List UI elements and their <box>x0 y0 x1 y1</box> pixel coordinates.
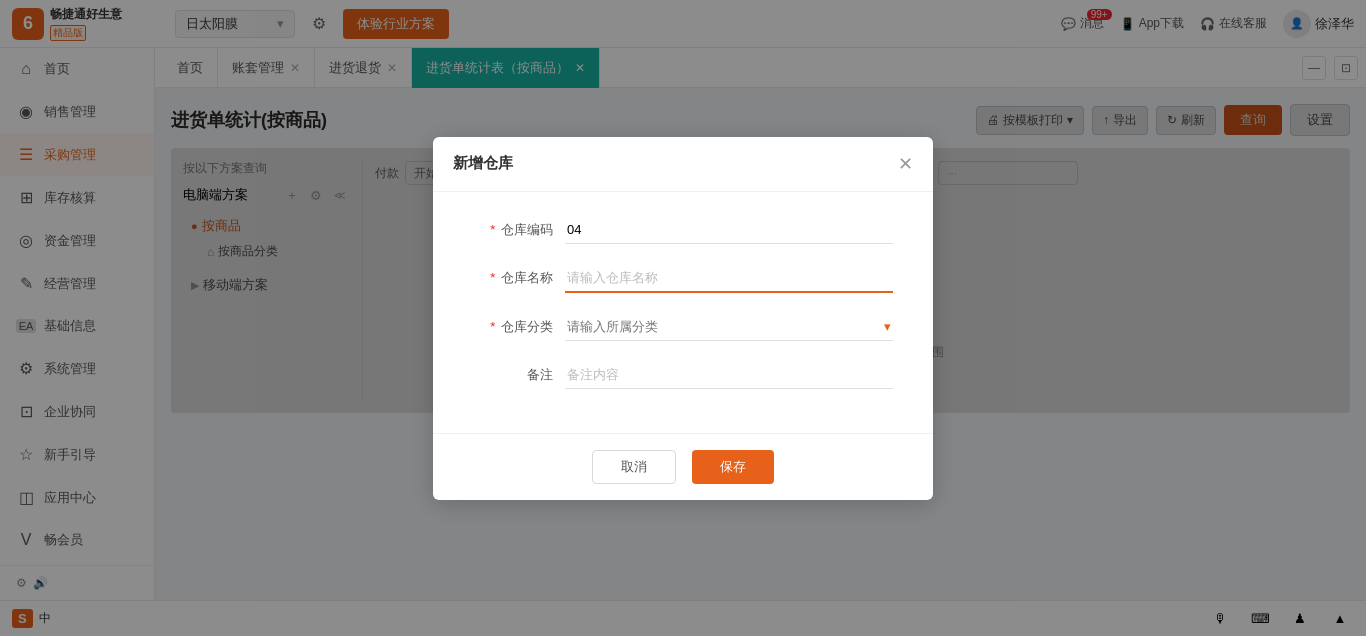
warehouse-name-input[interactable] <box>565 264 893 293</box>
category-selector[interactable]: ▾ <box>565 313 893 341</box>
modal-add-warehouse: 新增仓库 ✕ * 仓库编码 <box>433 137 933 500</box>
content-area: 首页 账套管理 ✕ 进货退货 ✕ 进货单统计表（按商品） ✕ — ⊡ <box>155 48 1366 600</box>
form-row-note: 备注 <box>473 361 893 389</box>
form-row-category: * 仓库分类 ▾ <box>473 313 893 341</box>
cancel-button[interactable]: 取消 <box>592 450 676 484</box>
modal-title: 新增仓库 <box>453 154 513 173</box>
modal-footer: 取消 保存 <box>433 433 933 500</box>
modal-overlay: 新增仓库 ✕ * 仓库编码 <box>155 48 1366 600</box>
modal-body: * 仓库编码 * 仓库名称 <box>433 192 933 433</box>
warehouse-note-input[interactable] <box>565 361 893 389</box>
modal-close-button[interactable]: ✕ <box>898 153 913 175</box>
warehouse-code-input[interactable] <box>565 216 893 244</box>
name-label: * 仓库名称 <box>473 269 553 287</box>
category-input[interactable] <box>567 319 884 334</box>
note-label: 备注 <box>473 366 553 384</box>
save-button[interactable]: 保存 <box>692 450 774 484</box>
category-arrow-icon: ▾ <box>884 319 891 334</box>
form-row-code: * 仓库编码 <box>473 216 893 244</box>
modal-header: 新增仓库 ✕ <box>433 137 933 192</box>
category-label: * 仓库分类 <box>473 318 553 336</box>
code-label: * 仓库编码 <box>473 221 553 239</box>
form-row-name: * 仓库名称 <box>473 264 893 293</box>
